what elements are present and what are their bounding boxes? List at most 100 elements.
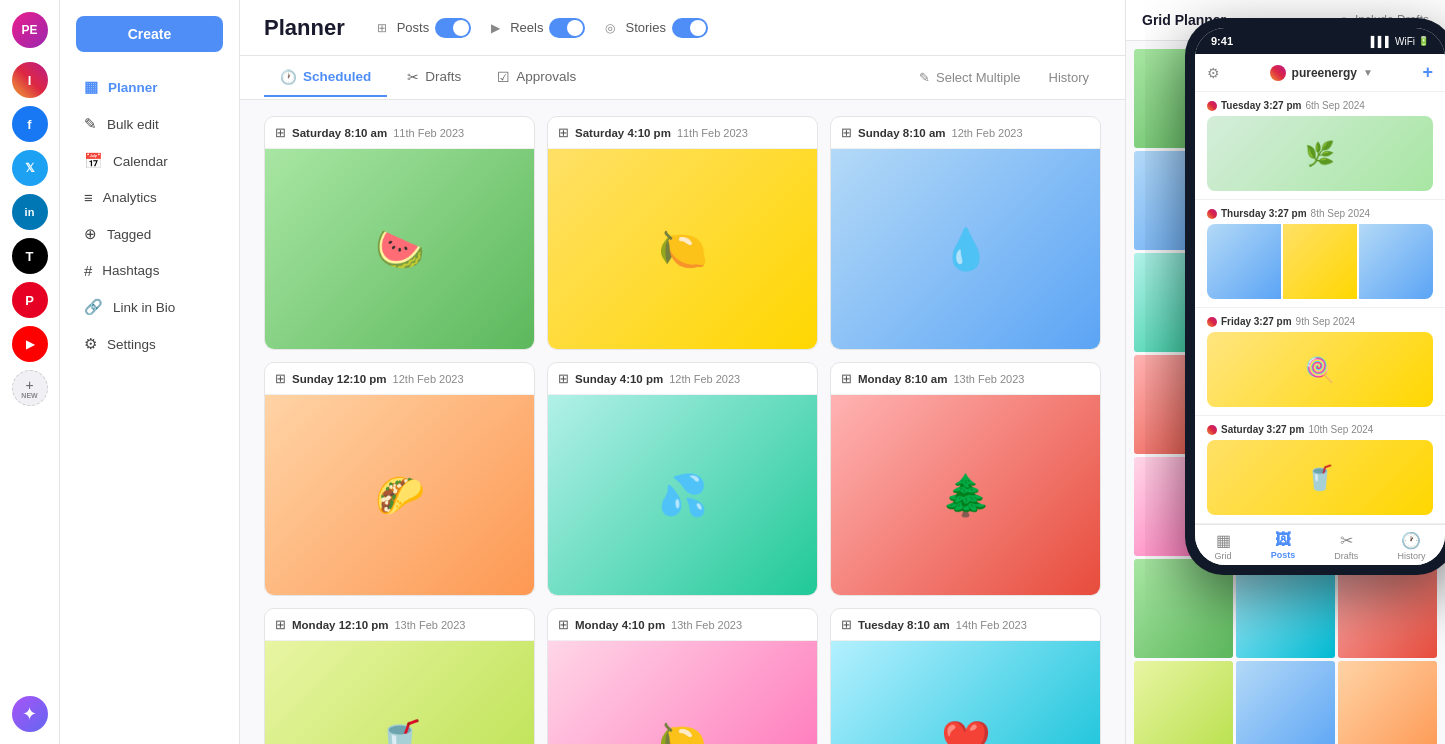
sidebar-item-hashtags[interactable]: # Hashtags	[68, 253, 231, 288]
grid-post-icon: ⊞	[558, 617, 569, 632]
phone-nav-grid[interactable]: ▦ Grid	[1215, 531, 1232, 561]
post-image: 💦	[548, 395, 817, 595]
social-youtube[interactable]: ▶	[12, 326, 48, 362]
phone-nav-bar: ▦ Grid 🖼 Posts ✂ Drafts 🕐 History	[1195, 524, 1445, 565]
table-row[interactable]: ⊞ Monday 8:10 am 13th Feb 2023 🌲	[830, 362, 1101, 596]
social-twitter[interactable]: 𝕏	[12, 150, 48, 186]
scissors-icon: ✂	[407, 69, 419, 85]
list-item[interactable]: Saturday 3:27 pm 10th Sep 2024 🥤	[1195, 416, 1445, 524]
list-item[interactable]: Tuesday 3:27 pm 6th Sep 2024 🌿	[1195, 92, 1445, 200]
phone-history-icon: 🕐	[1401, 531, 1421, 550]
sidebar-item-analytics[interactable]: ≡ Analytics	[68, 180, 231, 215]
grid-post-icon: ⊞	[275, 125, 286, 140]
instagram-dot	[1207, 209, 1217, 219]
phone-time: 9:41	[1211, 35, 1233, 47]
instagram-dot	[1207, 101, 1217, 111]
main-content: Planner ⊞ Posts ▶ Reels ◎ Stories 🕐 Sche…	[240, 0, 1125, 744]
social-instagram[interactable]: I	[12, 62, 48, 98]
table-row[interactable]: ⊞ Saturday 8:10 am 11th Feb 2023 🍉	[264, 116, 535, 350]
grid-post-icon: ⊞	[841, 617, 852, 632]
phone-post-image: 🥤	[1207, 440, 1433, 515]
grid-post-icon: ⊞	[841, 125, 852, 140]
sidebar-item-tagged[interactable]: ⊕ Tagged	[68, 216, 231, 252]
table-row[interactable]: ⊞ Saturday 4:10 pm 11th Feb 2023 🍋	[547, 116, 818, 350]
phone-posts-icon: 🖼	[1275, 531, 1291, 549]
phone-post-image: 🍭	[1207, 332, 1433, 407]
post-grid: ⊞ Saturday 8:10 am 11th Feb 2023 🍉 ⊞ Sat…	[264, 116, 1101, 744]
reels-icon: ▶	[491, 21, 500, 35]
link-icon: 🔗	[84, 298, 103, 316]
reels-toggle[interactable]	[549, 18, 585, 38]
phone-nav-drafts[interactable]: ✂ Drafts	[1334, 531, 1358, 561]
sidebar-item-planner[interactable]: ▦ Planner	[68, 69, 231, 105]
phone-post-image: 🌿	[1207, 116, 1433, 191]
sidebar-item-settings[interactable]: ⚙ Settings	[68, 326, 231, 362]
tab-approvals[interactable]: ☑ Approvals	[481, 59, 592, 97]
clock-icon: 🕐	[280, 69, 297, 85]
tab-scheduled[interactable]: 🕐 Scheduled	[264, 59, 387, 97]
post-image: ❤️	[831, 641, 1100, 744]
phone-account[interactable]: pureenergy ▼	[1270, 65, 1373, 81]
sidebar-item-calendar[interactable]: 📅 Calendar	[68, 143, 231, 179]
page-title: Planner	[264, 15, 345, 41]
table-row[interactable]: ⊞ Sunday 4:10 pm 12th Feb 2023 💦	[547, 362, 818, 596]
stories-toggle-group: ◎ Stories	[605, 18, 707, 38]
checkmark-icon: ☑	[497, 69, 510, 85]
posts-toggle[interactable]	[435, 18, 471, 38]
create-button[interactable]: Create	[76, 16, 223, 52]
signal-icon: ▌▌▌	[1371, 36, 1392, 47]
table-row[interactable]: ⊞ Sunday 12:10 pm 12th Feb 2023 🌮	[264, 362, 535, 596]
social-facebook[interactable]: f	[12, 106, 48, 142]
tagged-icon: ⊕	[84, 225, 97, 243]
add-social-button[interactable]: + NEW	[12, 370, 48, 406]
phone-nav-posts[interactable]: 🖼 Posts	[1271, 531, 1296, 561]
instagram-dot	[1207, 425, 1217, 435]
history-button[interactable]: History	[1037, 62, 1101, 93]
reels-toggle-group: ▶ Reels	[491, 18, 585, 38]
phone-settings-icon[interactable]: ⚙	[1207, 65, 1220, 81]
social-pinterest[interactable]: P	[12, 282, 48, 318]
table-row[interactable]: ⊞ Monday 4:10 pm 13th Feb 2023 🍋	[547, 608, 818, 744]
select-multiple-button[interactable]: ✎ Select Multiple	[907, 62, 1033, 93]
tab-bar: 🕐 Scheduled ✂ Drafts ☑ Approvals ✎ Selec…	[240, 56, 1125, 100]
stories-icon: ◎	[605, 21, 615, 35]
post-image: 🍋	[548, 149, 817, 349]
table-row[interactable]: ⊞ Monday 12:10 pm 13th Feb 2023 🥤	[264, 608, 535, 744]
table-row[interactable]: ⊞ Sunday 8:10 am 12th Feb 2023 💧	[830, 116, 1101, 350]
phone-mockup: 9:41 ▌▌▌ WiFi 🔋 ⚙ pureenergy ▼ +	[1185, 18, 1445, 575]
posts-toggle-label: Posts	[397, 20, 430, 35]
stories-toggle[interactable]	[672, 18, 708, 38]
analytics-icon: ≡	[84, 189, 93, 206]
instagram-small-icon	[1270, 65, 1286, 81]
battery-icon: 🔋	[1418, 36, 1429, 46]
phone-drafts-icon: ✂	[1340, 531, 1353, 550]
phone-status-bar: 9:41 ▌▌▌ WiFi 🔋	[1195, 28, 1445, 54]
post-image: 🌲	[831, 395, 1100, 595]
tab-drafts[interactable]: ✂ Drafts	[391, 59, 477, 97]
list-item[interactable]: Friday 3:27 pm 9th Sep 2024 🍭	[1195, 308, 1445, 416]
stories-toggle-label: Stories	[625, 20, 665, 35]
post-image: 🌮	[265, 395, 534, 595]
phone-screen: 9:41 ▌▌▌ WiFi 🔋 ⚙ pureenergy ▼ +	[1195, 28, 1445, 565]
social-linkedin[interactable]: in	[12, 194, 48, 230]
content-area: ⊞ Saturday 8:10 am 11th Feb 2023 🍉 ⊞ Sat…	[240, 100, 1125, 744]
social-tiktok[interactable]: T	[12, 238, 48, 274]
sidebar-item-bulk-edit[interactable]: ✎ Bulk edit	[68, 106, 231, 142]
grid-post-icon: ⊞	[275, 617, 286, 632]
grid-cell[interactable]	[1236, 661, 1335, 744]
avatar[interactable]: PE	[12, 12, 48, 48]
phone-post-multi-image	[1207, 224, 1433, 299]
phone-nav-history[interactable]: 🕐 History	[1397, 531, 1425, 561]
list-item[interactable]: Thursday 3:27 pm 8th Sep 2024	[1195, 200, 1445, 308]
settings-icon: ⚙	[84, 335, 97, 353]
sparkle-button[interactable]: ✦	[12, 696, 48, 732]
grid-cell[interactable]	[1338, 661, 1437, 744]
sidebar-item-link-in-bio[interactable]: 🔗 Link in Bio	[68, 289, 231, 325]
phone-grid-icon: ▦	[1216, 531, 1231, 550]
phone-header: ⚙ pureenergy ▼ +	[1195, 54, 1445, 92]
grid-cell[interactable]	[1134, 661, 1233, 744]
table-row[interactable]: ⊞ Tuesday 8:10 am 14th Feb 2023 ❤️	[830, 608, 1101, 744]
phone-add-icon[interactable]: +	[1422, 62, 1433, 83]
sidebar: Create ▦ Planner ✎ Bulk edit 📅 Calendar …	[60, 0, 240, 744]
post-image: 🍉	[265, 149, 534, 349]
